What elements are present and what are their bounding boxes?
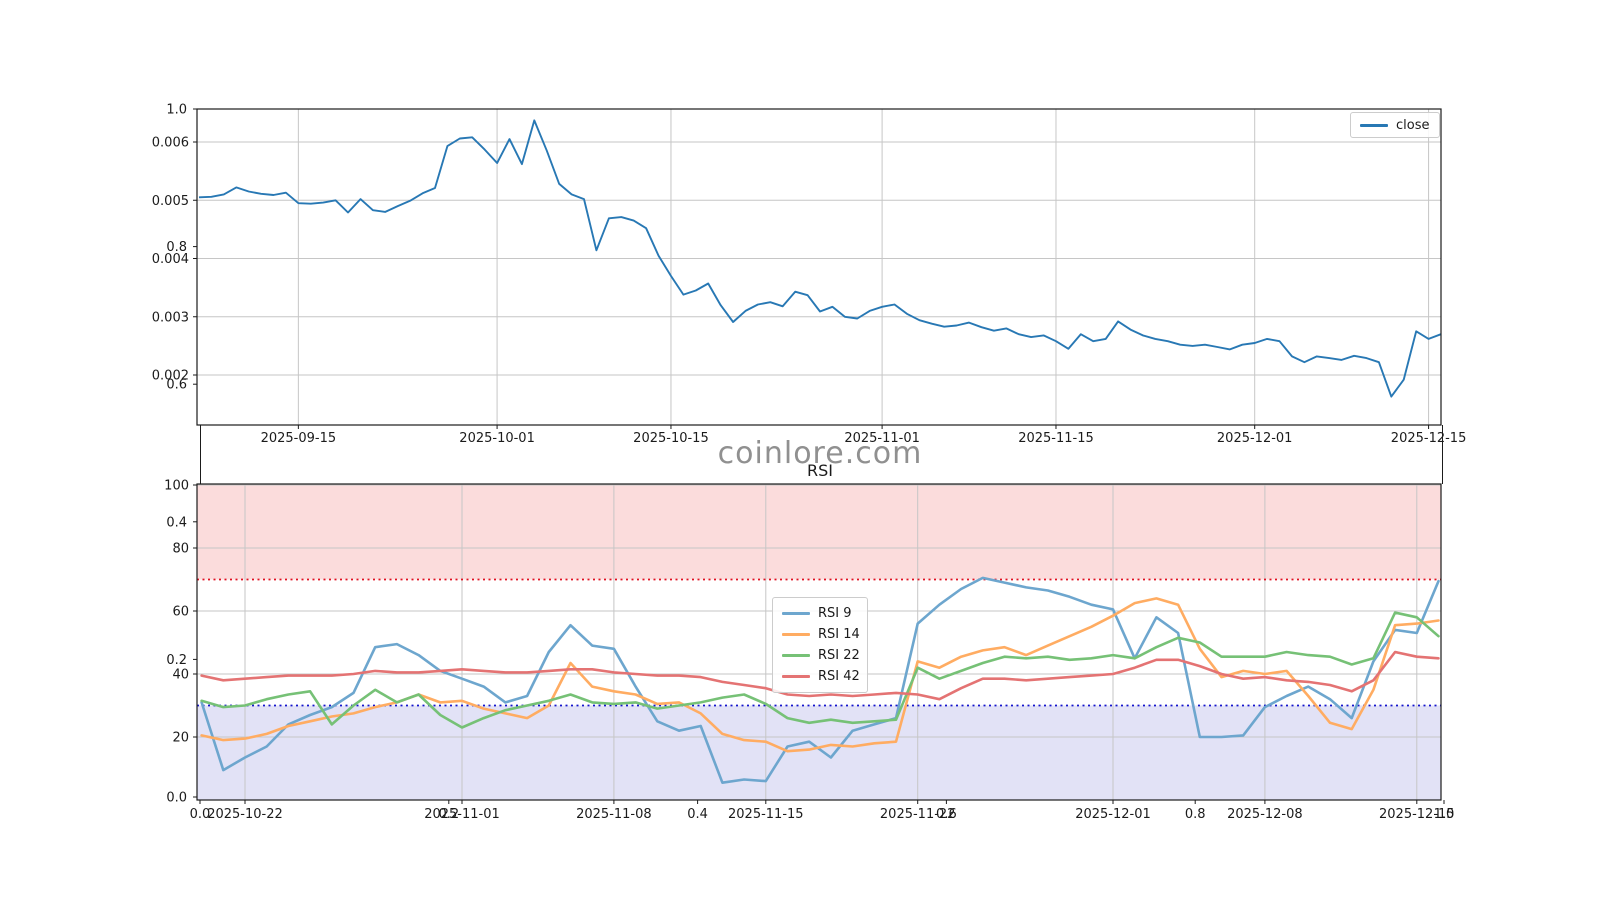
- rsi-legend-row: RSI 42: [773, 666, 867, 687]
- price-legend: close: [1350, 112, 1440, 138]
- rsi-x-tick-label: 2025-11-08: [576, 807, 652, 822]
- overlay-x-tick-label: 0.2: [438, 807, 459, 822]
- price-tick-labels: 2025-09-15 2025-10-01 2025-10-15 2025-11-01…: [152, 103, 1467, 447]
- price-y-tick-label: 0.006: [152, 136, 189, 151]
- price-grid: [197, 109, 1441, 425]
- close-line-swatch: [1360, 123, 1388, 127]
- rsi-legend-row: RSI 22: [773, 645, 867, 666]
- rsi-line-swatch: [782, 654, 810, 657]
- rsi-y-tick-label: 20: [172, 731, 189, 746]
- rsi-line-swatch: [782, 633, 810, 636]
- price-x-tick-label: 2025-10-01: [459, 431, 535, 446]
- overlay-y-tick-label: 0.6: [166, 378, 187, 393]
- overlay-y-tick-label: 1.0: [166, 103, 187, 118]
- rsi-legend-row: RSI 9: [773, 603, 867, 624]
- rsi-x-tick-label: 2025-12-08: [1227, 807, 1303, 822]
- rsi-legend-label: RSI 22: [818, 648, 860, 663]
- overlay-x-tick-label: 0.0: [190, 807, 211, 822]
- rsi-line-swatch: [782, 675, 810, 678]
- price-x-tick-label: 2025-11-15: [1018, 431, 1094, 446]
- price-x-tick-label: 2025-12-15: [1391, 431, 1467, 446]
- overlay-y-tick-label: 0.4: [166, 515, 187, 530]
- rsi-panel-title: RSI: [807, 461, 833, 480]
- price-y-tick-label: 0.005: [152, 194, 189, 209]
- rsi-y-tick-label: 40: [172, 668, 189, 683]
- rsi-x-tick-label: 2025-11-15: [728, 807, 804, 822]
- overlay-y-tick-label: 0.0: [166, 791, 187, 806]
- rsi-x-tick-label: 2025-10-22: [207, 807, 283, 822]
- rsi-y-tick-label: 100: [164, 479, 189, 494]
- rsi-x-tick-label: 2025-12-01: [1075, 807, 1151, 822]
- rsi-legend-label: RSI 14: [818, 627, 860, 642]
- rsi-x-tick-label: 2025-11-01: [424, 807, 500, 822]
- overlay-y-tick-label: 0.2: [166, 653, 187, 668]
- overlay-y-tick-label: 0.8: [166, 240, 187, 255]
- overlay-x-tick-label: 0.8: [1185, 807, 1206, 822]
- chart-figure: 2025-09-15 2025-10-01 2025-10-15 2025-11-01…: [0, 0, 1600, 900]
- overlay-x-tick-label: 0.6: [936, 807, 957, 822]
- rsi-line-swatch: [782, 612, 810, 615]
- rsi-legend-row: RSI 14: [773, 624, 867, 645]
- rsi-legend-label: RSI 9: [818, 606, 852, 621]
- rsi-y-tick-label: 80: [172, 542, 189, 557]
- price-x-tick-label: 2025-12-01: [1217, 431, 1293, 446]
- overbought-band: [197, 484, 1441, 580]
- overlay-x-tick-label: 0.4: [687, 807, 708, 822]
- price-panel: 2025-09-15 2025-10-01 2025-10-15 2025-11-01…: [152, 103, 1467, 447]
- rsi-legend: RSI 9 RSI 14 RSI 22 RSI 42: [772, 597, 868, 693]
- price-y-tick-label: 0.003: [152, 310, 189, 325]
- price-x-tick-label: 2025-09-15: [261, 431, 337, 446]
- overlay-x-tick-label: 1.0: [1434, 807, 1455, 822]
- close-legend-label: close: [1396, 117, 1430, 133]
- rsi-legend-label: RSI 42: [818, 669, 860, 684]
- rsi-y-tick-label: 60: [172, 605, 189, 620]
